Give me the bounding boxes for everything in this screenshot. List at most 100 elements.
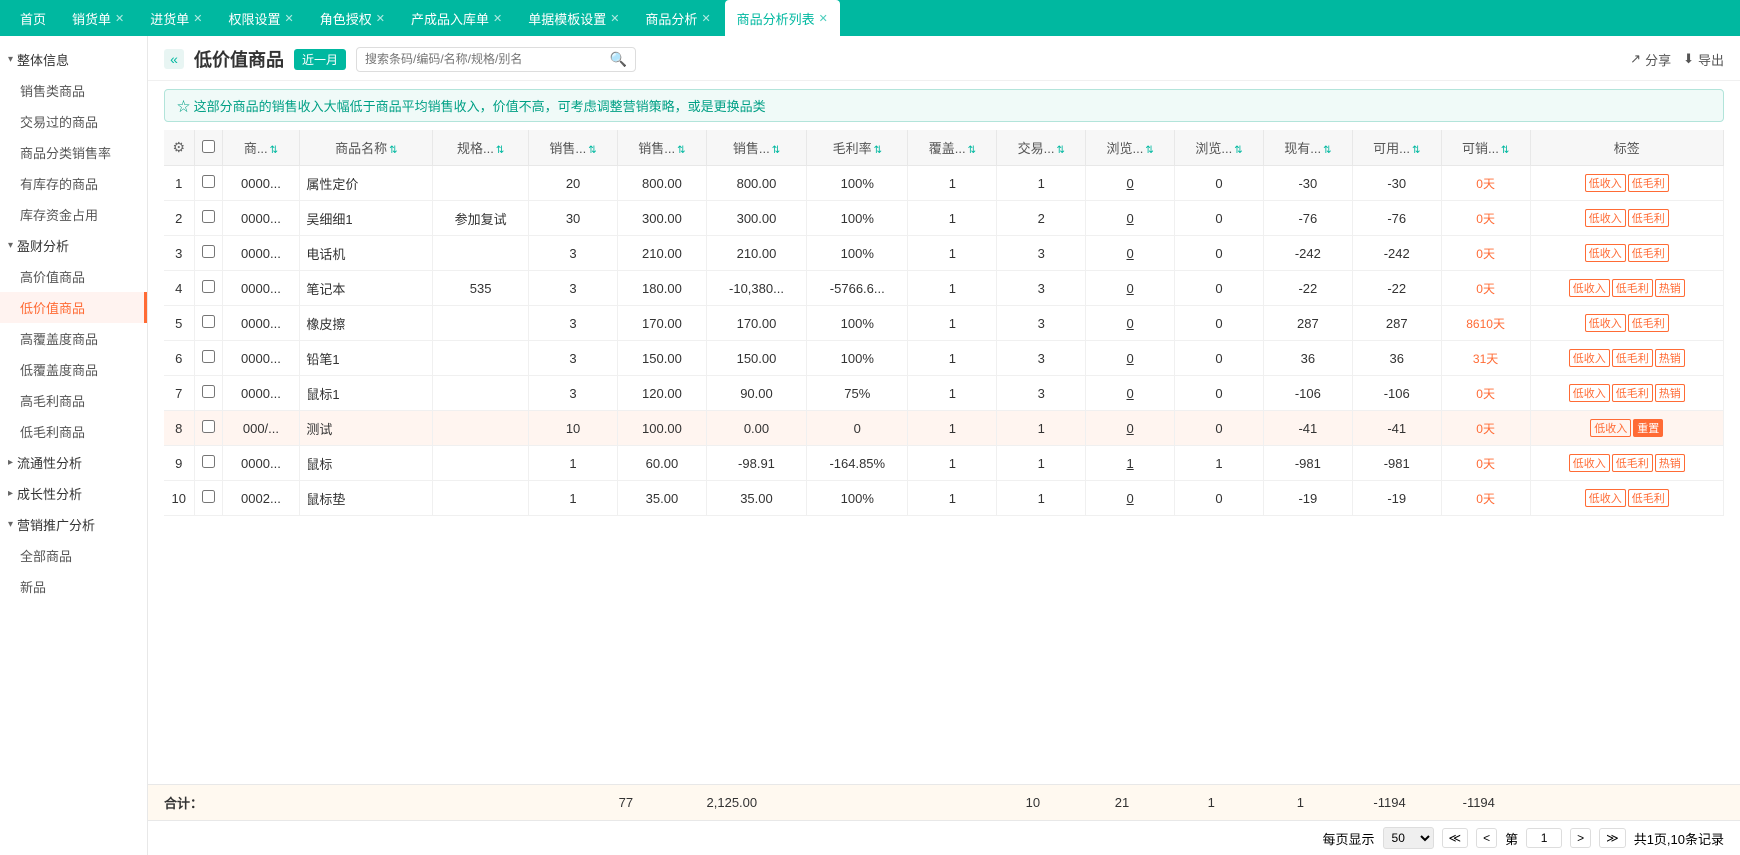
row-browse1[interactable]: 1	[1086, 446, 1175, 481]
settings-column[interactable]: ⚙	[164, 130, 194, 166]
sidebar-item-low-value[interactable]: 低价值商品	[0, 292, 147, 323]
sidebar-item-high-coverage[interactable]: 高覆盖度商品	[0, 323, 147, 354]
col-sales-amount[interactable]: 销售...⇅	[617, 130, 706, 166]
col-coverage[interactable]: 覆盖...⇅	[908, 130, 997, 166]
row-checkbox[interactable]	[194, 271, 222, 306]
row-checkbox[interactable]	[194, 481, 222, 516]
search-input[interactable]	[365, 52, 610, 66]
sidebar-group-profit[interactable]: ▾ 盈财分析	[0, 230, 147, 261]
sidebar-item-low-margin[interactable]: 低毛利商品	[0, 416, 147, 447]
nav-product-analysis-list[interactable]: 商品分析列表 ✕	[725, 0, 840, 36]
sidebar-item-low-coverage[interactable]: 低覆盖度商品	[0, 354, 147, 385]
row-checkbox[interactable]	[194, 411, 222, 446]
collapse-sidebar-button[interactable]: «	[164, 49, 184, 69]
next-page-button[interactable]: >	[1570, 828, 1591, 848]
nav-product-in[interactable]: 产成品入库单 ✕	[399, 0, 514, 36]
prev-page-button[interactable]: <	[1476, 828, 1497, 848]
row-select-checkbox[interactable]	[202, 490, 215, 503]
nav-permission[interactable]: 权限设置 ✕	[216, 0, 305, 36]
period-tag-button[interactable]: 近一月	[294, 49, 346, 70]
row-select-checkbox[interactable]	[202, 175, 215, 188]
col-available[interactable]: 可用...⇅	[1352, 130, 1441, 166]
share-button[interactable]: ↗ 分享	[1630, 50, 1671, 69]
sidebar-group-overall[interactable]: ▾ 整体信息	[0, 44, 147, 75]
browse1-link[interactable]: 0	[1126, 316, 1133, 331]
col-spec[interactable]: 规格...⇅	[433, 130, 529, 166]
browse1-link[interactable]: 0	[1126, 491, 1133, 506]
col-code[interactable]: 商...⇅	[222, 130, 300, 166]
col-trade[interactable]: 交易...⇅	[997, 130, 1086, 166]
nav-product-analysis[interactable]: 商品分析 ✕	[633, 0, 722, 36]
browse1-link[interactable]: 0	[1126, 176, 1133, 191]
sidebar-item-all-products[interactable]: 全部商品	[0, 540, 147, 571]
export-button[interactable]: ⬇ 导出	[1683, 50, 1724, 69]
row-select-checkbox[interactable]	[202, 385, 215, 398]
browse1-link[interactable]: 0	[1126, 211, 1133, 226]
row-select-checkbox[interactable]	[202, 280, 215, 293]
nav-role[interactable]: 角色授权 ✕	[308, 0, 397, 36]
page-number-input[interactable]	[1526, 828, 1562, 848]
row-select-checkbox[interactable]	[202, 350, 215, 363]
row-checkbox[interactable]	[194, 306, 222, 341]
sidebar-item-stock-products[interactable]: 有库存的商品	[0, 168, 147, 199]
row-checkbox[interactable]	[194, 236, 222, 271]
sidebar-item-high-value[interactable]: 高价值商品	[0, 261, 147, 292]
nav-home[interactable]: 首页	[8, 0, 58, 36]
nav-purchase[interactable]: 进货单 ✕	[138, 0, 214, 36]
sidebar-item-high-margin[interactable]: 高毛利商品	[0, 385, 147, 416]
browse1-link[interactable]: 1	[1126, 456, 1133, 471]
browse1-link[interactable]: 0	[1126, 351, 1133, 366]
sidebar-item-stock-capital[interactable]: 库存资金占用	[0, 199, 147, 230]
row-browse1[interactable]: 0	[1086, 341, 1175, 376]
row-browse1[interactable]: 0	[1086, 271, 1175, 306]
row-browse1[interactable]: 0	[1086, 166, 1175, 201]
sidebar-item-sales-products[interactable]: 销售类商品	[0, 75, 147, 106]
row-select-checkbox[interactable]	[202, 315, 215, 328]
sidebar-group-marketing[interactable]: ▾ 营销推广分析	[0, 509, 147, 540]
search-icon[interactable]: 🔍	[610, 51, 627, 68]
close-icon[interactable]: ✕	[115, 12, 124, 25]
browse1-link[interactable]: 0	[1126, 281, 1133, 296]
select-all-column[interactable]	[194, 130, 222, 166]
row-select-checkbox[interactable]	[202, 420, 215, 433]
row-checkbox[interactable]	[194, 341, 222, 376]
row-browse1[interactable]: 0	[1086, 411, 1175, 446]
close-icon[interactable]: ✕	[376, 12, 385, 25]
row-checkbox[interactable]	[194, 376, 222, 411]
sidebar-group-liquidity[interactable]: ▸ 流通性分析	[0, 447, 147, 478]
col-browse2[interactable]: 浏览...⇅	[1175, 130, 1264, 166]
col-sales-qty[interactable]: 销售...⇅	[529, 130, 618, 166]
per-page-select[interactable]: 50 100	[1383, 827, 1434, 849]
row-browse1[interactable]: 0	[1086, 201, 1175, 236]
nav-template[interactable]: 单据模板设置 ✕	[516, 0, 631, 36]
col-browse1[interactable]: 浏览...⇅	[1086, 130, 1175, 166]
browse1-link[interactable]: 0	[1126, 421, 1133, 436]
row-browse1[interactable]: 0	[1086, 376, 1175, 411]
nav-sales[interactable]: 销货单 ✕	[60, 0, 136, 36]
row-browse1[interactable]: 0	[1086, 481, 1175, 516]
row-select-checkbox[interactable]	[202, 210, 215, 223]
close-icon[interactable]: ✕	[819, 12, 828, 25]
sidebar-group-growth[interactable]: ▸ 成长性分析	[0, 478, 147, 509]
sidebar-item-traded-products[interactable]: 交易过的商品	[0, 106, 147, 137]
close-icon[interactable]: ✕	[285, 12, 294, 25]
close-icon[interactable]: ✕	[701, 12, 710, 25]
close-icon[interactable]: ✕	[193, 12, 202, 25]
col-sales-price[interactable]: 销售...⇅	[706, 130, 806, 166]
col-name[interactable]: 商品名称⇅	[300, 130, 433, 166]
first-page-button[interactable]: ≪	[1442, 828, 1469, 848]
sidebar-item-new-products[interactable]: 新品	[0, 571, 147, 602]
row-select-checkbox[interactable]	[202, 245, 215, 258]
row-checkbox[interactable]	[194, 446, 222, 481]
row-browse1[interactable]: 0	[1086, 236, 1175, 271]
browse1-link[interactable]: 0	[1126, 386, 1133, 401]
close-icon[interactable]: ✕	[493, 12, 502, 25]
browse1-link[interactable]: 0	[1126, 246, 1133, 261]
sidebar-item-category-sales-rate[interactable]: 商品分类销售率	[0, 137, 147, 168]
col-gross-margin[interactable]: 毛利率⇅	[807, 130, 908, 166]
select-all-checkbox[interactable]	[202, 140, 215, 153]
col-current-stock[interactable]: 现有...⇅	[1263, 130, 1352, 166]
row-browse1[interactable]: 0	[1086, 306, 1175, 341]
col-sellable[interactable]: 可销...⇅	[1441, 130, 1530, 166]
row-checkbox[interactable]	[194, 166, 222, 201]
